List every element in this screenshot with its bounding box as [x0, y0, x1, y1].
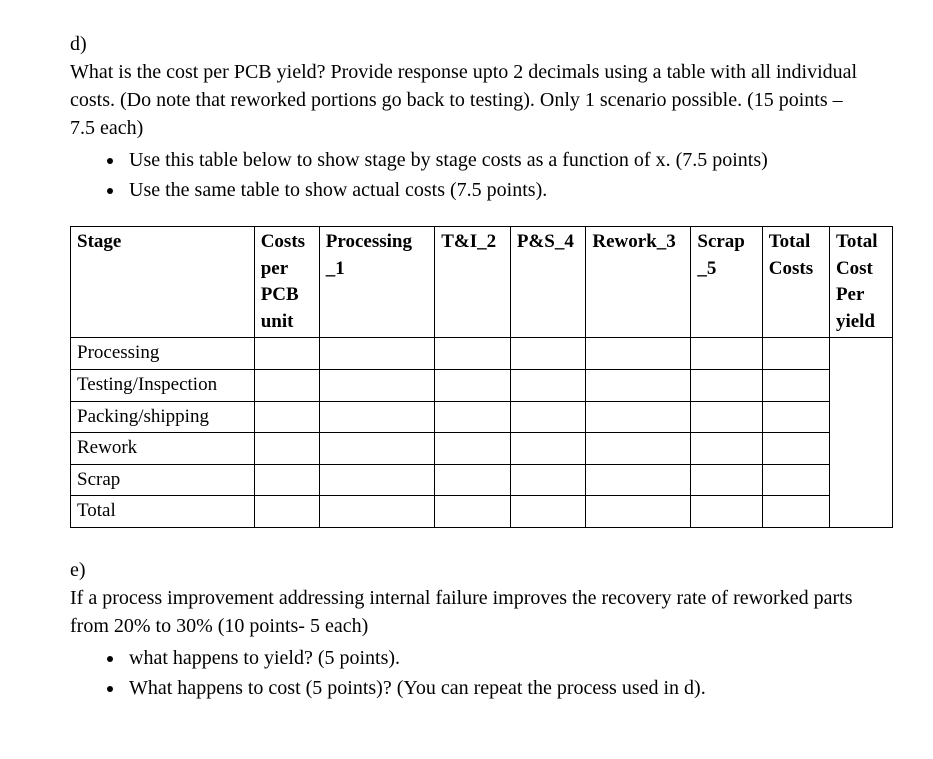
table-row: Processing	[71, 338, 893, 370]
col-costs-per-pcb-unit: Costs per PCB unit	[254, 227, 319, 338]
row-stage-label: Packing/shipping	[71, 401, 255, 433]
question-e-bullets: what happens to yield? (5 points). What …	[125, 644, 861, 702]
cell	[319, 464, 434, 496]
cell	[319, 433, 434, 465]
cell	[510, 338, 586, 370]
col-stage: Stage	[71, 227, 255, 338]
col-scrap-5: Scrap _5	[691, 227, 762, 338]
cell	[586, 496, 691, 528]
question-d-bullet-1: Use this table below to show stage by st…	[125, 146, 861, 174]
cell	[435, 338, 511, 370]
row-stage-label: Scrap	[71, 464, 255, 496]
cell	[586, 369, 691, 401]
cell	[319, 369, 434, 401]
cell	[691, 369, 762, 401]
cell	[586, 464, 691, 496]
col-total-cost-per-yield: Total Cost Per yield	[829, 227, 892, 338]
cell	[319, 496, 434, 528]
cell	[254, 464, 319, 496]
cell	[435, 464, 511, 496]
cell	[691, 433, 762, 465]
cell	[762, 464, 829, 496]
cell	[586, 338, 691, 370]
table-row: Testing/Inspection	[71, 369, 893, 401]
cell	[254, 496, 319, 528]
cell	[762, 433, 829, 465]
cell	[586, 401, 691, 433]
question-e-body: If a process improvement addressing inte…	[70, 584, 861, 704]
col-ti-2: T&I_2	[435, 227, 511, 338]
row-stage-label: Total	[71, 496, 255, 528]
cell	[762, 338, 829, 370]
table-header-row: Stage Costs per PCB unit Processing _1 T…	[71, 227, 893, 338]
cell-total-cost-per-yield	[829, 338, 892, 528]
cell	[510, 401, 586, 433]
question-d-body: What is the cost per PCB yield? Provide …	[70, 58, 861, 206]
cell	[319, 401, 434, 433]
question-d-bullets: Use this table below to show stage by st…	[125, 146, 861, 204]
col-processing-1: Processing _1	[319, 227, 434, 338]
table-row: Scrap	[71, 464, 893, 496]
question-d: d) What is the cost per PCB yield? Provi…	[70, 30, 893, 206]
col-total-costs: Total Costs	[762, 227, 829, 338]
table-row: Total	[71, 496, 893, 528]
cell	[510, 496, 586, 528]
row-stage-label: Testing/Inspection	[71, 369, 255, 401]
cell	[762, 496, 829, 528]
question-e-text: If a process improvement addressing inte…	[70, 587, 852, 637]
question-e-bullet-1: what happens to yield? (5 points).	[125, 644, 861, 672]
question-e-bullet-2: What happens to cost (5 points)? (You ca…	[125, 674, 861, 702]
col-ps-4: P&S_4	[510, 227, 586, 338]
cell	[691, 464, 762, 496]
table-row: Rework	[71, 433, 893, 465]
question-d-text: What is the cost per PCB yield? Provide …	[70, 61, 857, 139]
cell	[319, 338, 434, 370]
row-stage-label: Rework	[71, 433, 255, 465]
question-e: e) If a process improvement addressing i…	[70, 556, 893, 704]
cell	[762, 369, 829, 401]
cell	[691, 401, 762, 433]
cell	[435, 369, 511, 401]
cell	[435, 401, 511, 433]
question-e-label: e)	[70, 556, 98, 584]
table-row: Packing/shipping	[71, 401, 893, 433]
cell	[691, 338, 762, 370]
cell	[254, 433, 319, 465]
question-d-bullet-2: Use the same table to show actual costs …	[125, 176, 861, 204]
question-d-label: d)	[70, 30, 98, 58]
cell	[254, 369, 319, 401]
cell	[510, 464, 586, 496]
cell	[510, 433, 586, 465]
cell	[762, 401, 829, 433]
col-rework-3: Rework_3	[586, 227, 691, 338]
cost-table: Stage Costs per PCB unit Processing _1 T…	[70, 226, 893, 528]
cell	[254, 401, 319, 433]
cell	[586, 433, 691, 465]
cell	[435, 433, 511, 465]
cell	[691, 496, 762, 528]
row-stage-label: Processing	[71, 338, 255, 370]
cell	[254, 338, 319, 370]
cell	[435, 496, 511, 528]
cell	[510, 369, 586, 401]
